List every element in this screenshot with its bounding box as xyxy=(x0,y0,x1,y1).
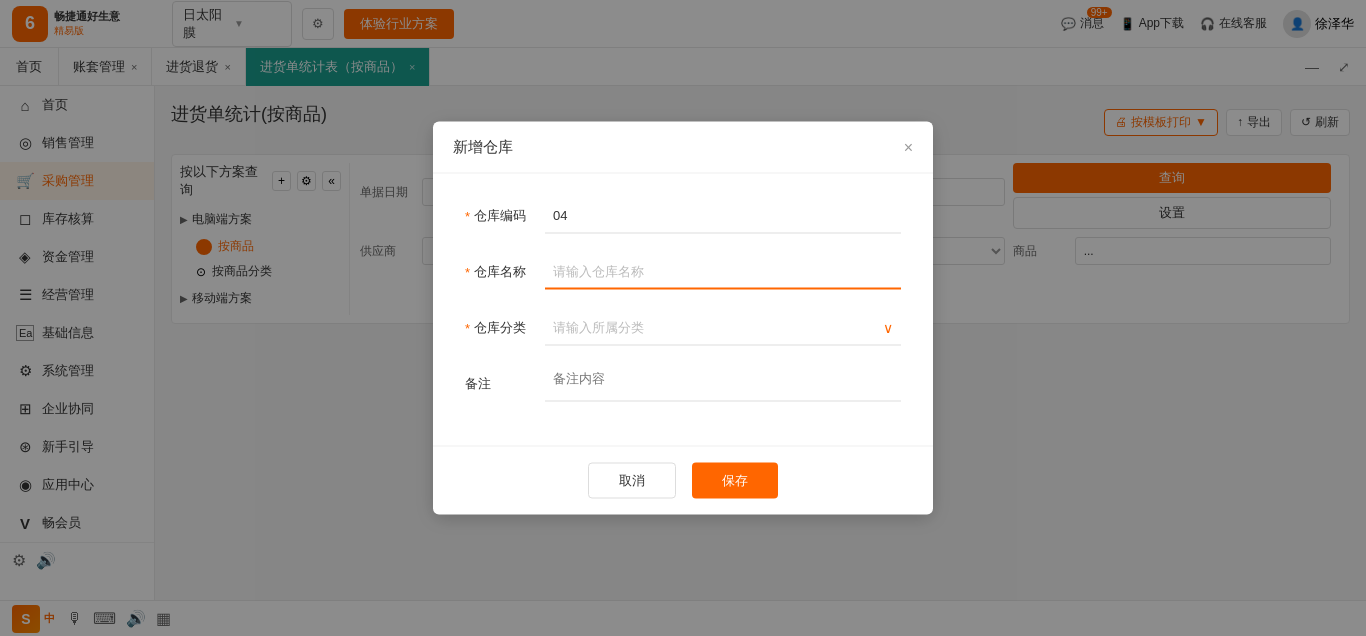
required-star-name: * xyxy=(465,264,470,279)
warehouse-category-label: * 仓库分类 xyxy=(465,319,545,337)
cancel-button[interactable]: 取消 xyxy=(588,463,676,499)
field-remark: 备注 xyxy=(465,366,901,402)
warehouse-code-input[interactable] xyxy=(545,198,901,234)
field-warehouse-name: * 仓库名称 xyxy=(465,254,901,290)
warehouse-category-wrapper: 请输入所属分类 ∨ xyxy=(545,310,901,346)
required-star-category: * xyxy=(465,320,470,335)
remark-input[interactable] xyxy=(545,366,901,402)
modal-footer: 取消 保存 xyxy=(433,446,933,515)
modal-close-button[interactable]: × xyxy=(904,138,913,156)
new-warehouse-modal: 新增仓库 × * 仓库编码 * 仓库名称 * 仓库分类 xyxy=(433,122,933,515)
required-star-code: * xyxy=(465,208,470,223)
save-button[interactable]: 保存 xyxy=(692,463,778,499)
remark-label: 备注 xyxy=(465,375,545,393)
field-warehouse-category: * 仓库分类 请输入所属分类 ∨ xyxy=(465,310,901,346)
warehouse-name-input[interactable] xyxy=(545,254,901,290)
modal-header: 新增仓库 × xyxy=(433,122,933,174)
modal-title: 新增仓库 xyxy=(453,138,904,157)
modal-body: * 仓库编码 * 仓库名称 * 仓库分类 请输入所属分类 ∨ xyxy=(433,174,933,446)
warehouse-name-label: * 仓库名称 xyxy=(465,263,545,281)
warehouse-code-label: * 仓库编码 xyxy=(465,207,545,225)
field-warehouse-code: * 仓库编码 xyxy=(465,198,901,234)
warehouse-category-select[interactable]: 请输入所属分类 xyxy=(545,310,901,346)
